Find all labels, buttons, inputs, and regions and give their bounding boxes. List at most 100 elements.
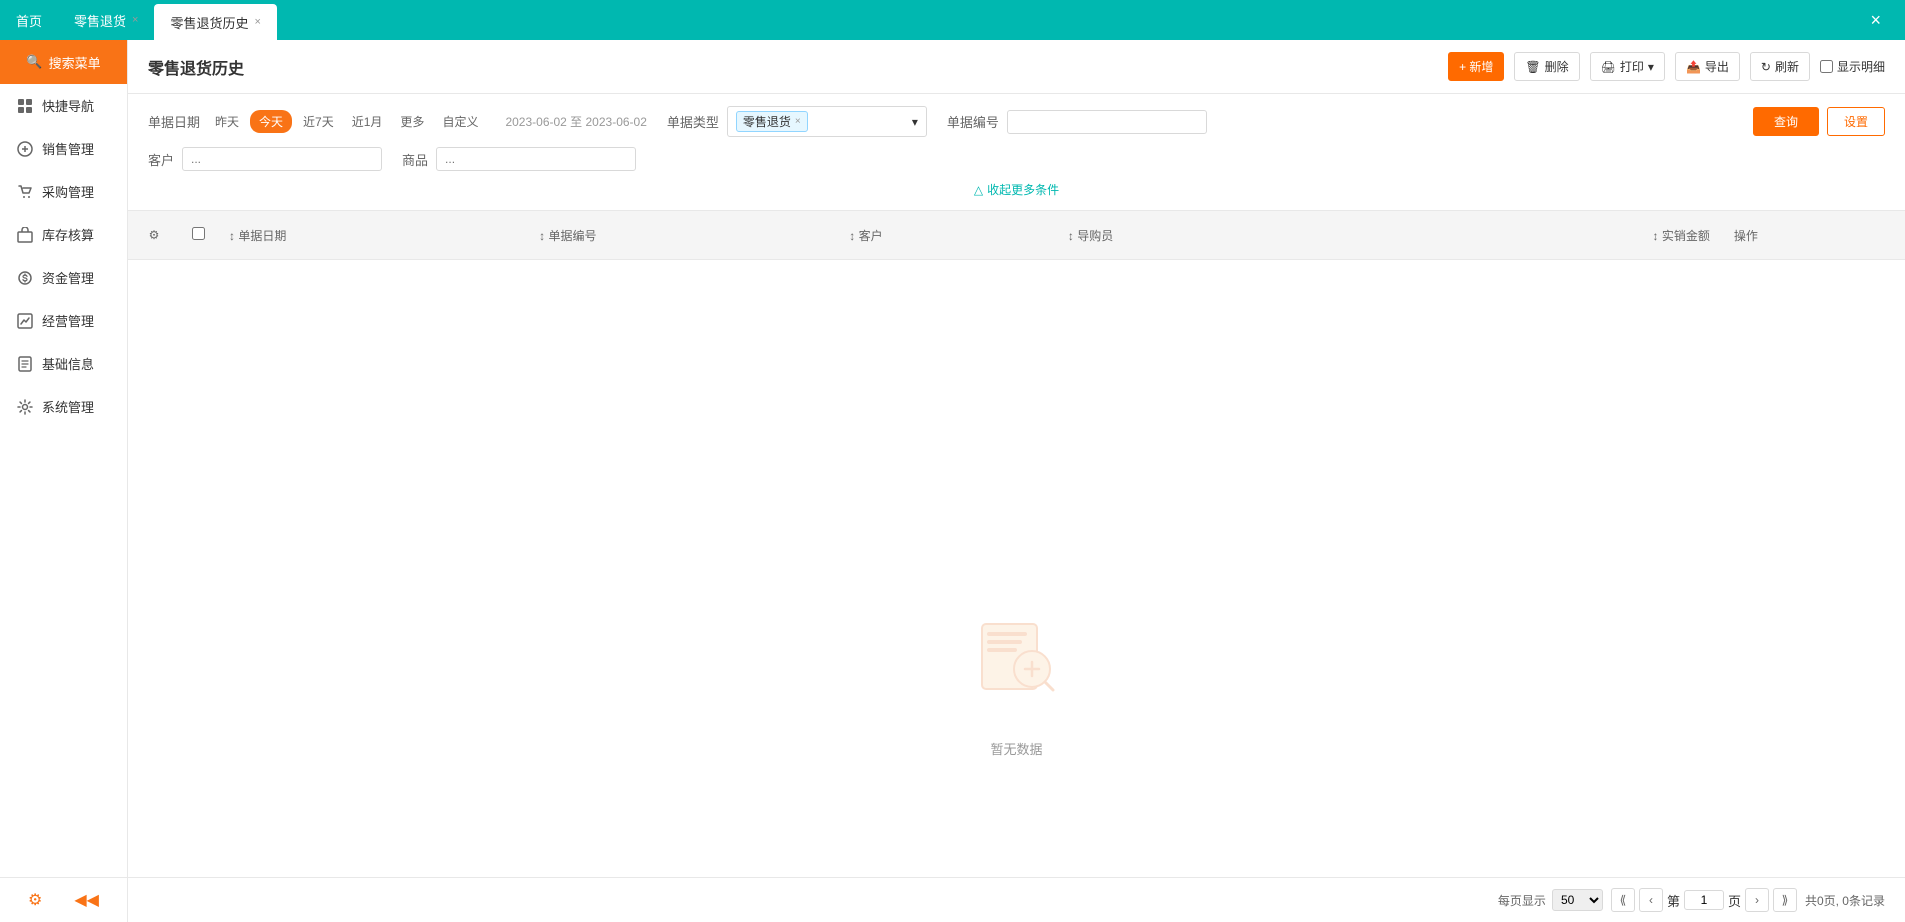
goods-input[interactable] [436, 147, 636, 171]
tab-retail-return-close[interactable]: × [132, 14, 138, 26]
th-no-label: ↕ 单据编号 [539, 229, 596, 243]
window-close-button[interactable]: × [1862, 10, 1889, 31]
th-guide-label: ↕ 导购员 [1068, 229, 1113, 243]
refresh-label: 刷新 [1775, 58, 1799, 75]
sales-icon [16, 140, 34, 158]
export-button[interactable]: 📤 导出 [1675, 52, 1740, 81]
print-label: 打印 [1620, 58, 1644, 75]
sidebar-search[interactable]: 🔍 搜索菜单 [0, 40, 127, 84]
sidebar-item-operations[interactable]: 经营管理 [0, 299, 127, 342]
page-nav: ⟪ ‹ 第 页 › ⟫ [1611, 888, 1797, 912]
select-all-checkbox[interactable] [192, 227, 205, 240]
tab-retail-return-history-label: 零售退货历史 [170, 13, 248, 32]
voucher-no-label: 单据编号 [947, 112, 999, 131]
sidebar-item-quick-nav[interactable]: 快捷导航 [0, 84, 127, 127]
sidebar-search-label: 搜索菜单 [49, 53, 101, 72]
sidebar: 🔍 搜索菜单 快捷导航 销售管理 采购管理 库存核算 [0, 40, 128, 922]
page-next-button[interactable]: › [1745, 888, 1769, 912]
base-info-icon [16, 355, 34, 373]
date-btn-yesterday[interactable]: 昨天 [208, 110, 246, 133]
date-range-display: 2023-06-02 至 2023-06-02 [505, 113, 646, 130]
header-actions: + 新增 🗑 删除 🖨 打印 ▾ 📤 导出 ↻ 刷新 [1448, 52, 1885, 81]
print-dropdown-icon: ▾ [1648, 60, 1654, 74]
tab-retail-return-label: 零售退货 [74, 11, 126, 30]
top-bar: 首页 零售退货 × 零售退货历史 × × [0, 0, 1905, 40]
sidebar-item-system-label: 系统管理 [42, 397, 94, 416]
sidebar-item-sales[interactable]: 销售管理 [0, 127, 127, 170]
sidebar-item-finance-label: 资金管理 [42, 268, 94, 287]
refresh-button[interactable]: ↻ 刷新 [1750, 52, 1810, 81]
voucher-type-tag-close[interactable]: × [795, 116, 801, 127]
sidebar-item-system[interactable]: 系统管理 [0, 385, 127, 428]
column-settings-icon[interactable]: ⚙ [140, 221, 168, 249]
th-amount: ↕ 实销金额 [1412, 211, 1722, 260]
voucher-no-input[interactable] [1007, 110, 1207, 134]
page-size-group: 每页显示 50 10 20 100 [1498, 889, 1603, 911]
tab-retail-return-history-close[interactable]: × [254, 16, 260, 28]
th-customer: ↕ 客户 [837, 211, 1056, 260]
page-number-input[interactable] [1684, 890, 1724, 910]
sidebar-item-inventory[interactable]: 库存核算 [0, 213, 127, 256]
sidebar-item-inventory-label: 库存核算 [42, 225, 94, 244]
sidebar-item-quick-nav-label: 快捷导航 [42, 96, 94, 115]
sidebar-bottom: ⚙ ◀◀ [0, 877, 127, 922]
sidebar-item-base-info[interactable]: 基础信息 [0, 342, 127, 385]
filter-row-1: 单据日期 昨天 今天 近7天 近1月 更多 自定义 2023-06-02 至 2… [148, 106, 1885, 137]
query-button[interactable]: 查询 [1753, 107, 1819, 136]
show-detail-checkbox[interactable]: 显示明细 [1820, 58, 1885, 75]
settings-label: 设置 [1844, 113, 1868, 130]
tab-retail-return[interactable]: 零售退货 × [58, 0, 154, 40]
content-area: 零售退货历史 + 新增 🗑 删除 🖨 打印 ▾ 📤 导出 [128, 40, 1905, 922]
filter-voucher-no-item: 单据编号 [947, 110, 1207, 134]
per-page-label: 每页显示 [1498, 892, 1546, 909]
tab-home[interactable]: 首页 [0, 0, 58, 40]
add-button[interactable]: + 新增 [1448, 52, 1504, 81]
tab-home-label: 首页 [16, 11, 42, 30]
search-icon: 🔍 [26, 54, 42, 70]
page-header: 零售退货历史 + 新增 🗑 删除 🖨 打印 ▾ 📤 导出 [128, 40, 1905, 94]
per-page-select[interactable]: 50 10 20 100 [1552, 889, 1603, 911]
page-title: 零售退货历史 [148, 55, 244, 79]
audio-bottom-icon[interactable]: ◀◀ [74, 890, 99, 910]
sidebar-item-purchase[interactable]: 采购管理 [0, 170, 127, 213]
empty-text: 暂无数据 [990, 739, 1042, 758]
voucher-type-select[interactable]: 零售退货 × ▾ [727, 106, 927, 137]
customer-input[interactable] [182, 147, 382, 171]
voucher-type-tag: 零售退货 × [736, 111, 808, 132]
show-detail-label: 显示明细 [1837, 58, 1885, 75]
settings-bottom-icon[interactable]: ⚙ [28, 890, 42, 910]
th-guide: ↕ 导购员 [1056, 211, 1320, 260]
page-prev-button[interactable]: ‹ [1639, 888, 1663, 912]
sidebar-item-sales-label: 销售管理 [42, 139, 94, 158]
th-customer-label: ↕ 客户 [849, 229, 882, 243]
date-btn-7days[interactable]: 近7天 [296, 110, 341, 133]
empty-state: 暂无数据 [128, 484, 1905, 877]
filter-date-item: 单据日期 昨天 今天 近7天 近1月 更多 自定义 [148, 110, 485, 133]
delete-button[interactable]: 🗑 删除 [1514, 52, 1579, 81]
th-date: ↕ 单据日期 [217, 211, 527, 260]
print-button[interactable]: 🖨 打印 ▾ [1590, 52, 1665, 81]
filter-goods-item: 商品 [402, 147, 636, 171]
filter-row-2: 客户 商品 [148, 147, 1885, 171]
date-btn-today[interactable]: 今天 [250, 110, 292, 133]
print-icon: 🖨 [1601, 60, 1616, 74]
filter-voucher-type-item: 单据类型 零售退货 × ▾ [667, 106, 927, 137]
date-btn-more[interactable]: 更多 [393, 110, 431, 133]
tab-retail-return-history[interactable]: 零售退货历史 × [154, 4, 276, 40]
date-btn-custom[interactable]: 自定义 [435, 110, 485, 133]
quick-nav-icon [16, 97, 34, 115]
date-btn-1month[interactable]: 近1月 [345, 110, 390, 133]
page-first-button[interactable]: ⟪ [1611, 888, 1635, 912]
th-date-label: ↕ 单据日期 [229, 229, 286, 243]
filter-customer-item: 客户 [148, 147, 382, 171]
collapse-button[interactable]: △ 收起更多条件 [974, 181, 1059, 198]
main-layout: 🔍 搜索菜单 快捷导航 销售管理 采购管理 库存核算 [0, 40, 1905, 922]
page-last-button[interactable]: ⟫ [1773, 888, 1797, 912]
add-label: + 新增 [1459, 58, 1493, 75]
th-action-label: 操作 [1734, 229, 1758, 243]
settings-button[interactable]: 设置 [1827, 107, 1885, 136]
export-label: 导出 [1705, 58, 1729, 75]
show-detail-input[interactable] [1820, 60, 1833, 73]
top-bar-right: × [1862, 10, 1905, 31]
sidebar-item-finance[interactable]: 资金管理 [0, 256, 127, 299]
